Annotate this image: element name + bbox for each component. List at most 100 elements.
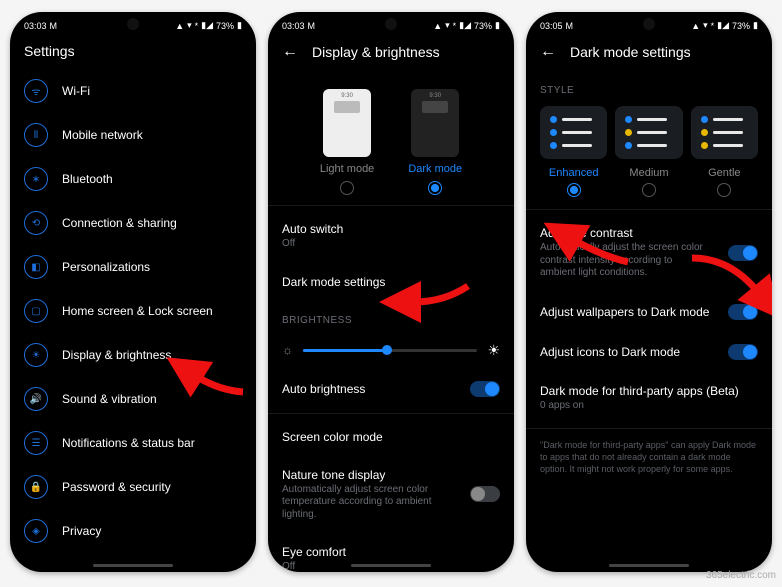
item-home-lock[interactable]: ▢ Home screen & Lock screen: [10, 289, 256, 333]
mail-icon: M: [566, 21, 574, 31]
item-connection-sharing[interactable]: ⟲Connection & sharing: [10, 201, 256, 245]
signal-icon: ▮◢: [717, 20, 729, 31]
home-icon: ▢: [24, 299, 48, 323]
bt-icon: *: [195, 21, 199, 31]
radio-gentle[interactable]: [717, 183, 731, 197]
item-dark-mode-settings[interactable]: Dark mode settings: [268, 263, 514, 301]
item-nature-tone[interactable]: Nature tone displayAutomatically adjust …: [268, 456, 514, 534]
item-notifications[interactable]: ☰Notifications & status bar: [10, 421, 256, 465]
item-adaptive-contrast[interactable]: Adaptive contrast Automatically adjust th…: [526, 214, 772, 292]
home-indicator[interactable]: [93, 564, 173, 567]
phone-settings: 03:03M ▲▾*▮◢73%▮ Settings ᯤWi-Fi ⦀Mobile…: [10, 12, 256, 572]
style-name-enhanced: Enhanced: [540, 167, 607, 179]
slider-track[interactable]: [303, 349, 477, 352]
signal-icon: ▮◢: [459, 20, 471, 31]
label: Home screen & Lock screen: [62, 304, 213, 318]
item-privacy[interactable]: ◈ Privacy: [10, 509, 256, 553]
signal-icon: ▮◢: [201, 20, 213, 31]
wifi-icon: ▾: [187, 20, 192, 31]
section-style: STYLE: [526, 71, 772, 102]
mode-dark[interactable]: 9:30 Dark mode: [408, 89, 462, 195]
phone-display-brightness: 03:03M ▲▾*▮◢73%▮ ←Display & brightness 9…: [268, 12, 514, 572]
label: Wi-Fi: [62, 84, 90, 98]
header: ←Dark mode settings: [526, 31, 772, 71]
sun-low-icon: ☼: [282, 343, 293, 357]
mode-light[interactable]: 9:30 Light mode: [320, 89, 374, 195]
style-name-medium: Medium: [615, 167, 682, 179]
item-adjust-icons[interactable]: Adjust icons to Dark mode: [526, 332, 772, 372]
item-auto-switch[interactable]: Auto switch Off: [268, 210, 514, 263]
back-icon[interactable]: ←: [282, 43, 298, 61]
label: Display & brightness: [62, 348, 171, 362]
item-screen-color[interactable]: Screen color mode: [268, 418, 514, 456]
brightness-slider[interactable]: ☼ ☀: [268, 332, 514, 369]
label: Light mode: [320, 163, 374, 175]
sublabel: Automatically adjust the screen color co…: [540, 242, 710, 280]
back-icon[interactable]: ←: [540, 43, 556, 61]
phone-dark-mode-settings: 03:05M ▲▾*▮◢73%▮ ←Dark mode settings STY…: [526, 12, 772, 572]
home-indicator[interactable]: [351, 564, 431, 567]
radio-on[interactable]: [428, 181, 442, 195]
sound-icon: 🔊: [24, 387, 48, 411]
label: Adjust wallpapers to Dark mode: [540, 305, 709, 319]
label: Adaptive contrast: [540, 226, 710, 240]
signal-icon: ▲: [433, 21, 442, 31]
brightness-icon: ☀: [24, 343, 48, 367]
sublabel: Off: [282, 561, 346, 572]
mobile-icon: ⦀: [24, 123, 48, 147]
lock-icon: 🔒: [24, 475, 48, 499]
sun-high-icon: ☀: [487, 342, 500, 359]
battery: 73%: [216, 21, 234, 31]
toggle[interactable]: [728, 304, 758, 320]
label: Password & security: [62, 480, 171, 494]
style-medium[interactable]: [615, 106, 682, 159]
item-sound-vibration[interactable]: 🔊Sound & vibration: [10, 377, 256, 421]
battery-icon: ▮: [495, 20, 500, 31]
home-indicator[interactable]: [609, 564, 689, 567]
label: Nature tone display: [282, 468, 452, 482]
clock: 03:03: [282, 21, 305, 31]
bt-icon: *: [711, 21, 715, 31]
light-preview: 9:30: [323, 89, 371, 157]
clock: 03:03: [24, 21, 47, 31]
radio-medium[interactable]: [642, 183, 656, 197]
item-wifi[interactable]: ᯤWi-Fi: [10, 69, 256, 113]
style-name-gentle: Gentle: [691, 167, 758, 179]
label: Personalizations: [62, 260, 150, 274]
toggle[interactable]: [470, 381, 500, 397]
toggle[interactable]: [728, 245, 758, 261]
settings-list: ᯤWi-Fi ⦀ Mobile network ∗Bluetooth ⟲Conne…: [10, 69, 256, 553]
radio-off[interactable]: [340, 181, 354, 195]
dark-preview: 9:30: [411, 89, 459, 157]
page-title: Settings: [10, 31, 256, 69]
wifi-icon: ▾: [445, 20, 450, 31]
item-mobile[interactable]: ⦀ Mobile network: [10, 113, 256, 157]
item-third-party[interactable]: Dark mode for third-party apps (Beta)0 a…: [526, 372, 772, 425]
label: Mobile network: [62, 128, 143, 142]
camera-notch: [385, 18, 397, 30]
item-personalizations[interactable]: ◧Personalizations: [10, 245, 256, 289]
label: Auto switch: [282, 222, 343, 236]
item-adjust-wallpapers[interactable]: Adjust wallpapers to Dark mode: [526, 292, 772, 332]
battery-icon: ▮: [237, 20, 242, 31]
item-password-security[interactable]: 🔒 Password & security: [10, 465, 256, 509]
wifi-icon: ▾: [703, 20, 708, 31]
toggle[interactable]: [728, 344, 758, 360]
sublabel: Off: [282, 238, 343, 251]
item-bluetooth[interactable]: ∗Bluetooth: [10, 157, 256, 201]
mail-icon: M: [50, 21, 58, 31]
label: Eye comfort: [282, 545, 346, 559]
style-enhanced[interactable]: [540, 106, 607, 159]
battery: 73%: [732, 21, 750, 31]
label: Privacy: [62, 524, 101, 538]
style-gentle[interactable]: [691, 106, 758, 159]
share-icon: ⟲: [24, 211, 48, 235]
label: Adjust icons to Dark mode: [540, 345, 680, 359]
shield-icon: ◈: [24, 519, 48, 543]
item-auto-brightness[interactable]: Auto brightness: [268, 369, 514, 409]
item-display-brightness[interactable]: ☀ Display & brightness: [10, 333, 256, 377]
toggle[interactable]: [470, 486, 500, 502]
slider-thumb[interactable]: [382, 345, 392, 355]
label: Auto brightness: [282, 382, 365, 396]
radio-enhanced[interactable]: [567, 183, 581, 197]
